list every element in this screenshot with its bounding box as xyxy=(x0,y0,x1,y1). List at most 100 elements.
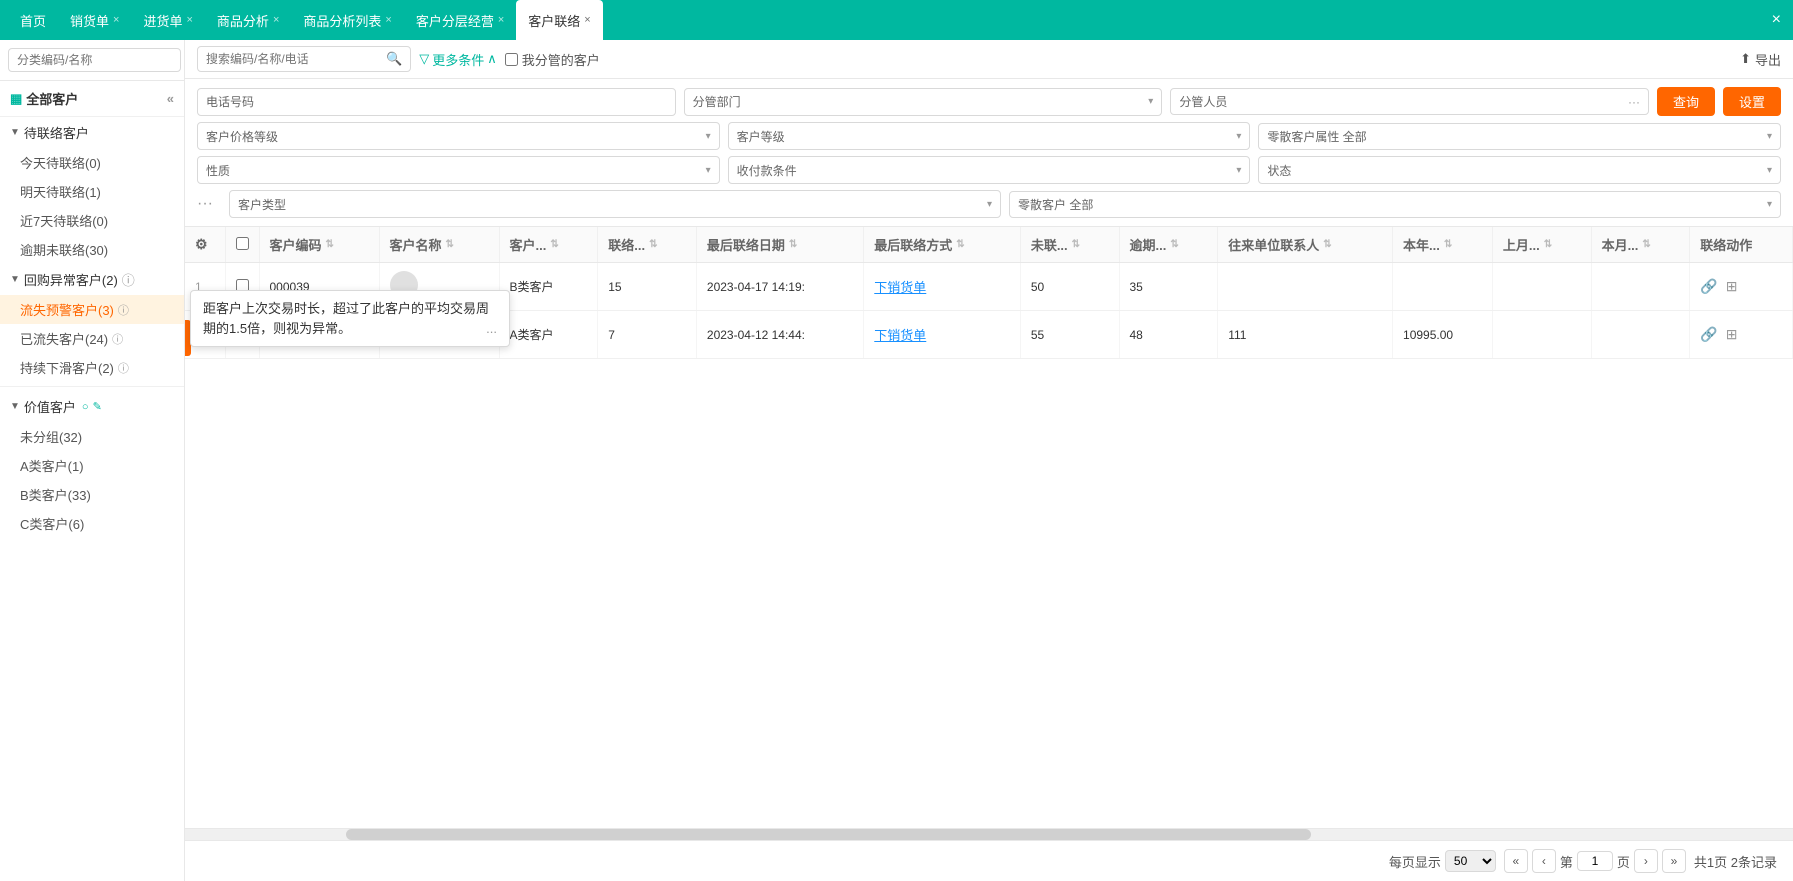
th-this-year-sort-icon[interactable]: ⇅ xyxy=(1444,239,1452,250)
export-button[interactable]: ⬆ 导出 xyxy=(1740,50,1781,69)
row1-last-contact-method[interactable]: 下销货单 xyxy=(864,263,1021,311)
search-box: 🔍 xyxy=(197,46,411,72)
th-this-month-sort-icon[interactable]: ⇅ xyxy=(1642,239,1650,250)
next-page-button[interactable]: › xyxy=(1634,849,1658,873)
value-add-icon[interactable]: ✎ xyxy=(93,400,102,413)
sidebar-all-customers[interactable]: ▦ 全部客户 « xyxy=(0,81,184,117)
nav-product-list-close[interactable]: × xyxy=(385,14,391,26)
nav-sales[interactable]: 销货单 × xyxy=(58,0,131,40)
filter-status-label: 状态 xyxy=(1267,162,1767,179)
sidebar-section-value[interactable]: ▼ 价值客户 ○ ✎ xyxy=(0,391,184,422)
sidebar-item-tomorrow[interactable]: 明天待联络(1) xyxy=(0,177,184,206)
nav-customer-contact-close[interactable]: × xyxy=(584,14,590,26)
nav-purchase[interactable]: 进货单 × xyxy=(131,0,204,40)
th-last-contact-date: 最后联络日期 ⇅ xyxy=(696,227,863,263)
nav-product-list[interactable]: 商品分析列表 × xyxy=(291,0,403,40)
filter-customer-type[interactable]: 客户类型 ▾ xyxy=(229,190,1001,218)
nav-home[interactable]: 首页 xyxy=(8,0,58,40)
sidebar-item-ungrouped[interactable]: 未分组(32) xyxy=(0,422,184,451)
sidebar-content: ▦ 全部客户 « ▼ 待联络客户 今天待联络(0) 明天待联络(1) 近7天待联… xyxy=(0,81,184,881)
row2-grid-icon[interactable]: ⊞ xyxy=(1726,326,1738,343)
first-page-button[interactable]: « xyxy=(1504,849,1528,873)
lost-info-icon[interactable]: ⓘ xyxy=(112,331,123,347)
sidebar-item-declining[interactable]: 持续下滑客户(2) ⓘ xyxy=(0,353,184,382)
sidebar-collapse-icon[interactable]: « xyxy=(167,91,174,106)
search-icon[interactable]: 🔍 xyxy=(386,51,402,67)
row1-link-icon[interactable]: 🔗 xyxy=(1700,278,1717,295)
tooltip-close-icon[interactable]: ... xyxy=(486,319,497,339)
row2-link-icon[interactable]: 🔗 xyxy=(1700,326,1717,343)
setting-button[interactable]: 设置 xyxy=(1723,87,1781,116)
nav-product-analysis-close[interactable]: × xyxy=(273,14,279,26)
th-last-contact-method-sort-icon[interactable]: ⇅ xyxy=(956,239,964,250)
sidebar-item-loss-warning[interactable]: 流失预警客户(3) ⓘ xyxy=(0,295,184,324)
7days-label: 近7天待联络(0) xyxy=(20,211,108,230)
filter-customer-tier[interactable]: 客户等级 ▾ xyxy=(728,122,1251,150)
th-last-month-sort-icon[interactable]: ⇅ xyxy=(1544,239,1552,250)
sidebar-section-pending[interactable]: ▼ 待联络客户 xyxy=(0,117,184,148)
sidebar-item-c-class[interactable]: C类客户(6) xyxy=(0,509,184,538)
filter-status[interactable]: 状态 ▾ xyxy=(1258,156,1781,184)
query-button[interactable]: 查询 xyxy=(1657,87,1715,116)
nav-customer-tier-close[interactable]: × xyxy=(498,14,504,26)
last-page-button[interactable]: » xyxy=(1662,849,1686,873)
sidebar-section-repurchase[interactable]: ▼ 回购异常客户(2) ⓘ xyxy=(0,264,184,295)
th-overdue-sort-icon[interactable]: ⇅ xyxy=(1170,239,1178,250)
row1-method-link[interactable]: 下销货单 xyxy=(874,280,926,295)
filter-more-icon[interactable]: ··· xyxy=(197,196,213,212)
th-uncontacted-sort-icon[interactable]: ⇅ xyxy=(1072,239,1080,250)
filter-phone[interactable]: 电话号码 xyxy=(197,88,676,116)
th-contact-person-sort-icon[interactable]: ⇅ xyxy=(1323,239,1331,250)
filter-dept-label: 分管部门 xyxy=(693,93,1149,110)
nav-sales-close[interactable]: × xyxy=(113,14,119,26)
filter-price-tier[interactable]: 客户价格等级 ▾ xyxy=(197,122,720,150)
loss-warning-info-icon[interactable]: ⓘ xyxy=(118,302,129,318)
today-label: 今天待联络(0) xyxy=(20,153,101,172)
nav-customer-tier[interactable]: 客户分层经营 × xyxy=(404,0,516,40)
my-customer-checkbox[interactable] xyxy=(505,53,518,66)
page-input[interactable] xyxy=(1577,851,1613,871)
filter-retail-customer[interactable]: 零散客户 全部 ▾ xyxy=(1009,191,1781,218)
sidebar-item-today[interactable]: 今天待联络(0) xyxy=(0,148,184,177)
filter-retail-attr[interactable]: 零散客户属性 全部 ▾ xyxy=(1258,123,1781,150)
filter-payment[interactable]: 收付款条件 ▾ xyxy=(728,156,1251,184)
sidebar-search-input[interactable] xyxy=(8,48,181,72)
horizontal-scrollbar[interactable] xyxy=(185,828,1793,840)
sidebar-item-a-class[interactable]: A类客户(1) xyxy=(0,451,184,480)
th-contact-count-sort-icon[interactable]: ⇅ xyxy=(649,239,657,250)
th-code: 客户编码 ⇅ xyxy=(259,227,379,263)
row2-method-link[interactable]: 下销货单 xyxy=(874,328,926,343)
value-edit-icon[interactable]: ○ xyxy=(82,401,89,413)
sidebar-item-7days[interactable]: 近7天待联络(0) xyxy=(0,206,184,235)
repurchase-info-icon[interactable]: ⓘ xyxy=(122,270,135,289)
window-close-icon[interactable]: × xyxy=(1772,11,1781,29)
sidebar-item-lost[interactable]: 已流失客户(24) ⓘ xyxy=(0,324,184,353)
scroll-thumb[interactable] xyxy=(346,829,1311,840)
nav-customer-contact[interactable]: 客户联络 × xyxy=(516,0,602,40)
th-name-sort-icon[interactable]: ⇅ xyxy=(446,239,454,250)
filter-nature[interactable]: 性质 ▾ xyxy=(197,156,720,184)
th-type-sort-icon[interactable]: ⇅ xyxy=(550,239,558,250)
filter-dept[interactable]: 分管部门 ▾ xyxy=(684,88,1163,116)
filter-person-label: 分管人员 xyxy=(1179,93,1227,110)
per-page-dropdown[interactable]: 50 100 200 xyxy=(1445,850,1496,872)
declining-info-icon[interactable]: ⓘ xyxy=(118,360,129,376)
th-code-sort-icon[interactable]: ⇅ xyxy=(326,239,334,250)
sidebar-item-overdue[interactable]: 逾期未联络(30) xyxy=(0,235,184,264)
search-input[interactable] xyxy=(206,52,386,66)
filter-row-3: 性质 ▾ 收付款条件 ▾ 状态 ▾ xyxy=(197,156,1781,184)
b-class-label: B类客户(33) xyxy=(20,485,91,504)
more-filter-button[interactable]: ▽ 更多条件 ∧ xyxy=(419,50,497,69)
select-all-checkbox[interactable] xyxy=(236,237,249,250)
sidebar-item-b-class[interactable]: B类客户(33) xyxy=(0,480,184,509)
nav-product-analysis[interactable]: 商品分析 × xyxy=(205,0,291,40)
my-customer-label: 我分管的客户 xyxy=(522,50,600,69)
row2-last-contact-method[interactable]: 下销货单 xyxy=(864,311,1021,359)
row1-last-month xyxy=(1492,263,1591,311)
th-last-contact-date-sort-icon[interactable]: ⇅ xyxy=(789,239,797,250)
prev-page-button[interactable]: ‹ xyxy=(1532,849,1556,873)
nav-purchase-close[interactable]: × xyxy=(186,14,192,26)
gear-icon[interactable]: ⚙ xyxy=(195,236,208,252)
row1-grid-icon[interactable]: ⊞ xyxy=(1726,278,1738,295)
filter-person[interactable]: 分管人员 ··· xyxy=(1170,88,1649,115)
